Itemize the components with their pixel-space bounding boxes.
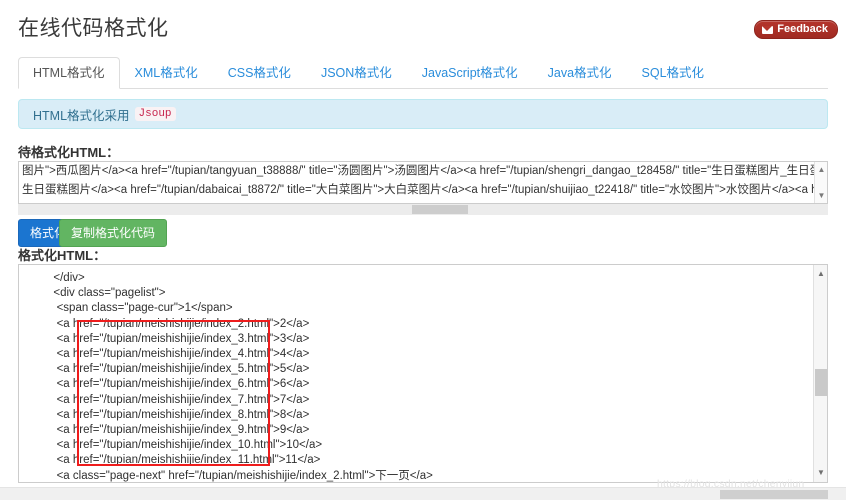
formatted-html-output[interactable]: </div> <div class="pagelist"> <span clas… (18, 264, 828, 483)
input-horizontal-scrollbar[interactable] (18, 204, 828, 215)
tab-json[interactable]: JSON格式化 (306, 57, 407, 89)
output-label: 格式化HTML： (18, 248, 107, 263)
tab-sql[interactable]: SQL格式化 (627, 57, 720, 89)
info-alert: HTML格式化采用 Jsoup (18, 99, 828, 129)
page-hscroll-thumb[interactable] (720, 490, 828, 499)
output-vscroll-thumb[interactable] (815, 369, 827, 396)
input-hscroll-thumb[interactable] (412, 205, 468, 214)
tab-html[interactable]: HTML格式化 (18, 57, 120, 89)
tab-javascript[interactable]: JavaScript格式化 (407, 57, 533, 89)
copy-formatted-code-button[interactable]: 复制格式化代码 (59, 219, 168, 247)
caret-down-icon[interactable]: ▼ (815, 189, 827, 202)
input-vertical-scrollbar[interactable]: ▲ ▼ (814, 162, 827, 203)
tab-xml[interactable]: XML格式化 (120, 57, 213, 89)
tab-css[interactable]: CSS格式化 (213, 57, 306, 89)
output-code-text: </div> <div class="pagelist"> <span clas… (53, 272, 433, 482)
html-input-textarea[interactable]: 图片">西瓜图片</a><a href="/tupian/tangyuan_t3… (18, 161, 828, 204)
input-line-2: 生日蛋糕图片</a><a href="/tupian/dabaicai_t887… (22, 184, 828, 196)
info-alert-text: HTML格式化采用 (33, 108, 130, 123)
page-root: 在线代码格式化 Feedback HTML格式化 XML格式化 CSS格式化 J… (0, 0, 846, 500)
output-vertical-scrollbar[interactable]: ▲ ▼ (813, 265, 827, 482)
format-tabs: HTML格式化 XML格式化 CSS格式化 JSON格式化 JavaScript… (18, 57, 828, 89)
feedback-button[interactable]: Feedback (754, 20, 838, 39)
caret-down-icon[interactable]: ▼ (814, 466, 827, 480)
feedback-button-label: Feedback (777, 23, 828, 35)
jsoup-code-badge: Jsoup (134, 107, 176, 121)
page-title: 在线代码格式化 (18, 17, 169, 40)
caret-up-icon[interactable]: ▲ (815, 163, 827, 176)
envelope-icon (762, 25, 774, 34)
page-horizontal-scrollbar[interactable] (0, 487, 846, 500)
caret-up-icon[interactable]: ▲ (814, 267, 827, 281)
input-label: 待格式化HTML： (18, 145, 120, 160)
tab-java[interactable]: Java格式化 (533, 57, 627, 89)
input-line-1: 图片">西瓜图片</a><a href="/tupian/tangyuan_t3… (22, 165, 828, 177)
